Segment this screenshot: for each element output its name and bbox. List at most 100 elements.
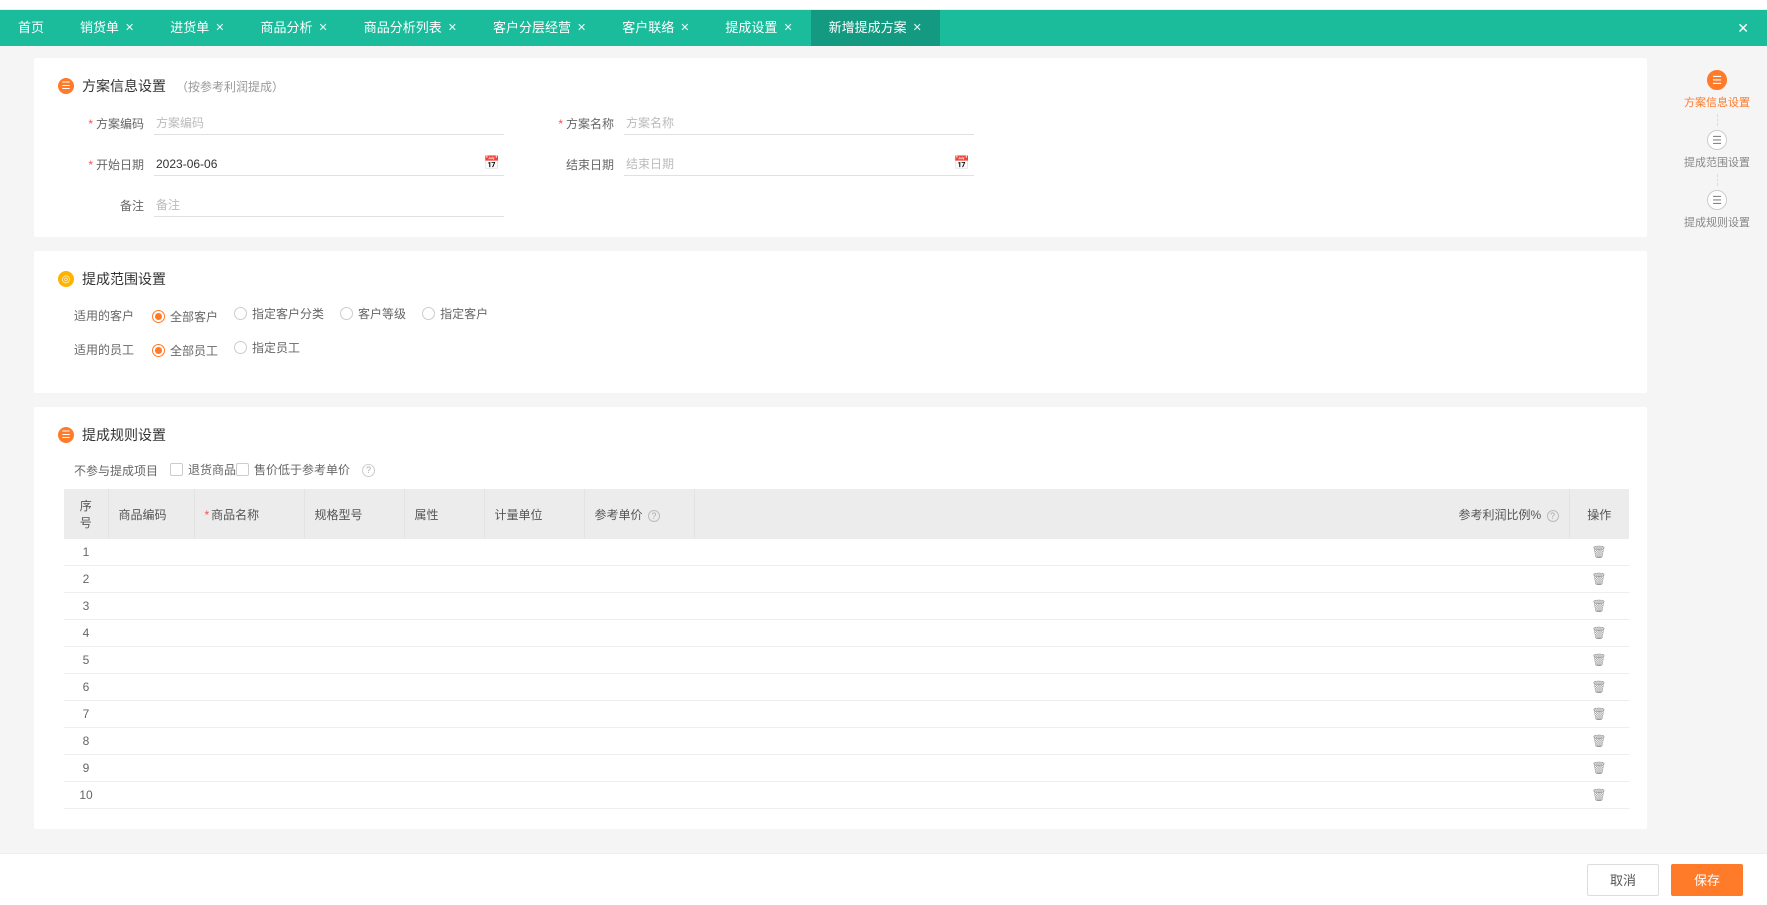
table-row[interactable]: 10🗑 xyxy=(64,782,1629,809)
section-icon: ☰ xyxy=(58,427,74,443)
table-row[interactable]: 1🗑 xyxy=(64,539,1629,566)
col-seq: 序号 xyxy=(64,489,108,539)
radio-icon xyxy=(422,307,435,320)
customer-scope-option[interactable]: 全部客户 xyxy=(152,308,218,325)
section-title: 提成范围设置 xyxy=(82,269,166,289)
col-ref-price: 参考单价 ? xyxy=(584,489,694,539)
exclude-option[interactable]: 售价低于参考单价 xyxy=(236,461,350,478)
end-date-input[interactable] xyxy=(624,153,974,176)
remark-input[interactable] xyxy=(154,194,504,217)
employee-scope-label: 适用的员工 xyxy=(74,341,134,358)
tab-close-icon[interactable]: ✕ xyxy=(319,10,328,46)
radio-icon xyxy=(340,307,353,320)
employee-scope-option[interactable]: 全部员工 xyxy=(152,342,218,359)
col-product-name: *商品名称 xyxy=(194,489,304,539)
section-title: 提成规则设置 xyxy=(82,425,166,445)
delete-icon[interactable]: 🗑 xyxy=(1591,626,1606,640)
employee-scope-option[interactable]: 指定员工 xyxy=(234,339,300,356)
cancel-button[interactable]: 取消 xyxy=(1587,864,1659,896)
section-title: 方案信息设置 xyxy=(82,76,166,96)
section-scope: ◎ 提成范围设置 适用的客户 全部客户指定客户分类客户等级指定客户 适用的员工 … xyxy=(34,251,1647,393)
anchor-icon: ☰ xyxy=(1707,70,1727,90)
start-date-input[interactable] xyxy=(154,153,504,176)
remark-label: 备注 xyxy=(74,197,144,214)
anchor-step[interactable]: ☰提成范围设置 xyxy=(1684,130,1750,170)
table-row[interactable]: 9🗑 xyxy=(64,755,1629,782)
tab-close-icon[interactable]: ✕ xyxy=(913,10,922,46)
table-row[interactable]: 8🗑 xyxy=(64,728,1629,755)
start-date-label: *开始日期 xyxy=(74,156,144,173)
customer-scope-option[interactable]: 指定客户 xyxy=(422,305,488,322)
section-icon: ☰ xyxy=(58,78,74,94)
tab-close-icon[interactable]: ✕ xyxy=(577,10,586,46)
delete-icon[interactable]: 🗑 xyxy=(1591,545,1606,559)
radio-icon xyxy=(234,307,247,320)
table-row[interactable]: 4🗑 xyxy=(64,620,1629,647)
customer-scope-label: 适用的客户 xyxy=(74,307,134,324)
tab-提成设置[interactable]: 提成设置✕ xyxy=(707,10,810,46)
delete-icon[interactable]: 🗑 xyxy=(1591,680,1606,694)
tab-新增提成方案[interactable]: 新增提成方案✕ xyxy=(811,10,940,46)
table-row[interactable]: 6🗑 xyxy=(64,674,1629,701)
delete-icon[interactable]: 🗑 xyxy=(1591,734,1606,748)
help-icon[interactable]: ? xyxy=(648,510,660,522)
col-spec: 规格型号 xyxy=(304,489,404,539)
tab-close-icon[interactable]: ✕ xyxy=(125,10,134,46)
delete-icon[interactable]: 🗑 xyxy=(1591,788,1606,802)
customer-scope-option[interactable]: 指定客户分类 xyxy=(234,305,324,322)
checkbox-icon xyxy=(236,463,249,476)
customer-scope-option[interactable]: 客户等级 xyxy=(340,305,406,322)
radio-icon xyxy=(234,341,247,354)
name-label: *方案名称 xyxy=(544,115,614,132)
tab-nav: 首页销货单✕进货单✕商品分析✕商品分析列表✕客户分层经营✕客户联络✕提成设置✕新… xyxy=(0,10,1767,46)
tab-客户分层经营[interactable]: 客户分层经营✕ xyxy=(475,10,604,46)
section-rules: ☰ 提成规则设置 不参与提成项目 退货商品售价低于参考单价 ? 序号 商品编码 … xyxy=(34,407,1647,829)
tab-close-icon[interactable]: ✕ xyxy=(448,10,457,46)
delete-icon[interactable]: 🗑 xyxy=(1591,572,1606,586)
radio-icon xyxy=(152,344,165,357)
delete-icon[interactable]: 🗑 xyxy=(1591,707,1606,721)
col-unit: 计量单位 xyxy=(484,489,584,539)
col-product-code: 商品编码 xyxy=(108,489,194,539)
table-row[interactable]: 7🗑 xyxy=(64,701,1629,728)
anchor-icon: ☰ xyxy=(1707,130,1727,150)
exclude-option[interactable]: 退货商品 xyxy=(170,461,236,478)
delete-icon[interactable]: 🗑 xyxy=(1591,761,1606,775)
delete-icon[interactable]: 🗑 xyxy=(1591,653,1606,667)
anchor-step[interactable]: ☰方案信息设置 xyxy=(1684,70,1750,110)
exclude-label: 不参与提成项目 xyxy=(74,462,158,479)
rules-table: 序号 商品编码 *商品名称 规格型号 属性 计量单位 参考单价 ? 参考利润比例… xyxy=(64,489,1629,809)
tab-首页[interactable]: 首页 xyxy=(0,10,62,46)
main-content: ☰ 方案信息设置 （按参考利润提成） *方案编码 *方案名称 xyxy=(0,46,1667,853)
tab-销货单[interactable]: 销货单✕ xyxy=(62,10,152,46)
plan-code-input[interactable] xyxy=(154,112,504,135)
tab-客户联络[interactable]: 客户联络✕ xyxy=(604,10,707,46)
tab-进货单[interactable]: 进货单✕ xyxy=(152,10,242,46)
anchor-step[interactable]: ☰提成规则设置 xyxy=(1684,190,1750,230)
customer-scope-row: 适用的客户 全部客户指定客户分类客户等级指定客户 xyxy=(58,305,1623,325)
exclude-row: 不参与提成项目 退货商品售价低于参考单价 ? xyxy=(58,461,1623,479)
table-row[interactable]: 2🗑 xyxy=(64,566,1629,593)
help-icon[interactable]: ? xyxy=(1547,510,1559,522)
tab-商品分析[interactable]: 商品分析✕ xyxy=(242,10,345,46)
employee-scope-row: 适用的员工 全部员工指定员工 xyxy=(58,339,1623,359)
tab-close-icon[interactable]: ✕ xyxy=(680,10,689,46)
plan-name-input[interactable] xyxy=(624,112,974,135)
tab-close-icon[interactable]: ✕ xyxy=(783,10,792,46)
col-op: 操作 xyxy=(1569,489,1629,539)
anchor-icon: ☰ xyxy=(1707,190,1727,210)
anchor-nav: ☰方案信息设置 ☰提成范围设置 ☰提成规则设置 xyxy=(1667,46,1767,853)
table-row[interactable]: 3🗑 xyxy=(64,593,1629,620)
close-icon[interactable]: ✕ xyxy=(1737,20,1749,37)
help-icon[interactable]: ? xyxy=(362,464,375,477)
footer-actions: 取消 保存 xyxy=(0,853,1767,905)
delete-icon[interactable]: 🗑 xyxy=(1591,599,1606,613)
col-profit-rate: 参考利润比例% ? xyxy=(694,489,1569,539)
checkbox-icon xyxy=(170,463,183,476)
col-attr: 属性 xyxy=(404,489,484,539)
table-row[interactable]: 5🗑 xyxy=(64,647,1629,674)
save-button[interactable]: 保存 xyxy=(1671,864,1743,896)
tab-商品分析列表[interactable]: 商品分析列表✕ xyxy=(346,10,475,46)
tab-close-icon[interactable]: ✕ xyxy=(215,10,224,46)
section-icon: ◎ xyxy=(58,271,74,287)
